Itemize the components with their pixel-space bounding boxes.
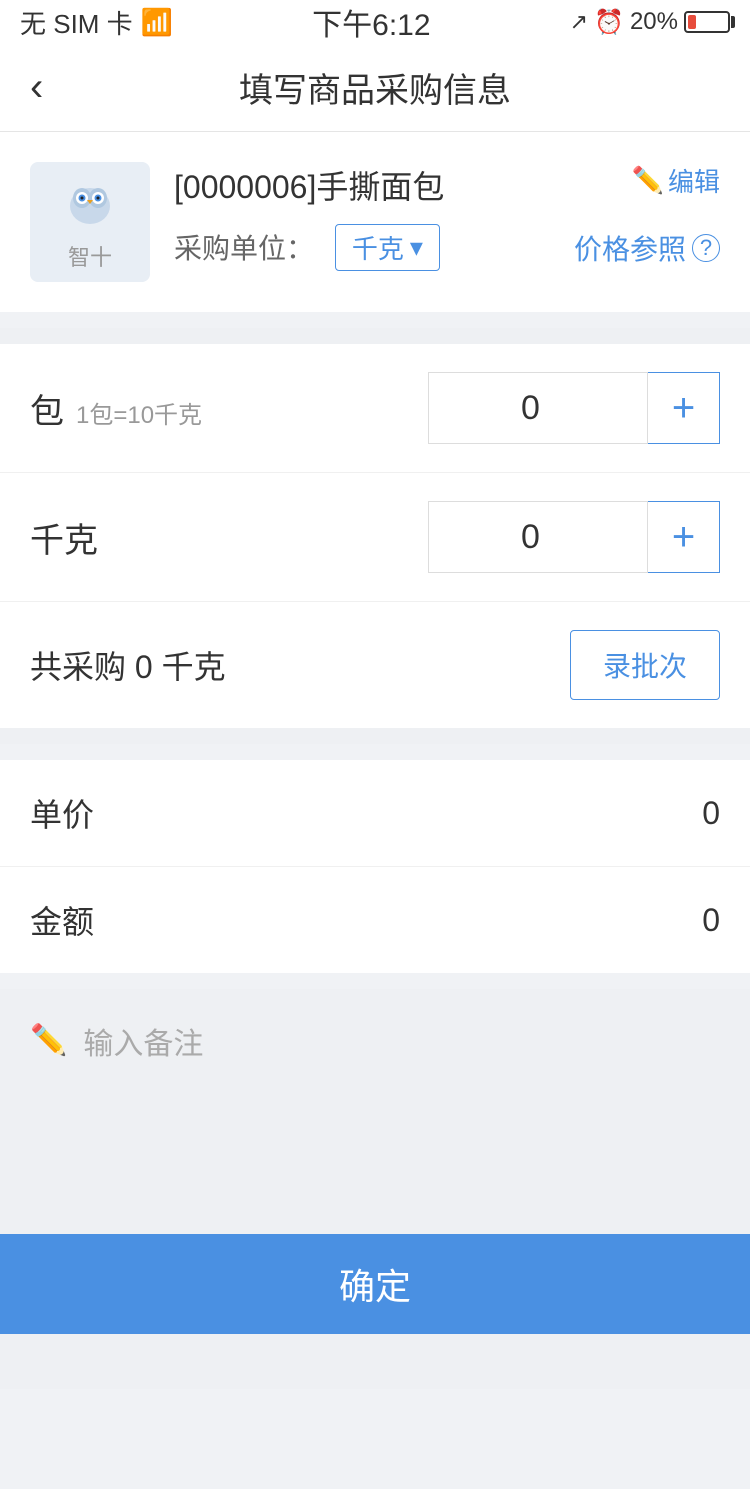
qty-unit-kg: 千克 xyxy=(30,513,98,562)
battery-percent: 20% xyxy=(630,8,678,36)
unit-price-row: 单价 0 xyxy=(0,760,750,867)
product-id: [0000006] xyxy=(174,169,316,205)
edit-icon: ✏️ xyxy=(632,165,664,196)
nav-bar: ‹ 填写商品采购信息 xyxy=(0,44,750,132)
notes-placeholder: 输入备注 xyxy=(83,1019,203,1063)
status-right: ↗ ⏰ 20% xyxy=(570,8,730,37)
product-info: [0000006]手撕面包 ✏️ 编辑 采购单位： 千克 ▾ 价格参照 ? xyxy=(174,162,720,271)
price-ref-label: 价格参照 xyxy=(574,228,686,268)
product-header: [0000006]手撕面包 ✏️ 编辑 xyxy=(174,162,720,208)
qty-input-kg[interactable] xyxy=(428,501,648,573)
no-sim-label: 无 SIM 卡 xyxy=(20,4,133,41)
logo-text: 智十 xyxy=(68,240,112,272)
qty-label-bao: 包 1包=10千克 xyxy=(30,384,428,433)
qty-plus-bao[interactable]: + xyxy=(648,372,720,444)
amount-label: 金额 xyxy=(30,897,94,943)
product-image: 智十 xyxy=(30,162,150,282)
unit-label: 采购单位： xyxy=(174,233,314,264)
info-section: 单价 0 金额 0 xyxy=(0,760,750,973)
product-unit-row: 采购单位： 千克 ▾ 价格参照 ? xyxy=(174,224,720,271)
battery-icon xyxy=(684,11,730,33)
product-title: 手撕面包 xyxy=(316,169,444,205)
section-divider-2 xyxy=(0,728,750,744)
price-reference-button[interactable]: 价格参照 ? xyxy=(574,228,720,268)
help-icon: ? xyxy=(692,234,720,262)
status-left: 无 SIM 卡 📶 xyxy=(20,4,173,41)
alarm-icon: ⏰ xyxy=(594,8,624,37)
product-logo: 智十 xyxy=(60,172,120,272)
chevron-down-icon: ▾ xyxy=(410,232,423,263)
pencil-icon: ✏️ xyxy=(30,1023,67,1058)
status-bar: 无 SIM 卡 📶 下午6:12 ↗ ⏰ 20% xyxy=(0,0,750,44)
record-batch-button[interactable]: 录批次 xyxy=(570,630,720,700)
location-icon: ↗ xyxy=(570,9,588,35)
edit-label: 编辑 xyxy=(668,162,720,199)
unit-price-value: 0 xyxy=(702,795,720,832)
qty-unit-bao: 包 xyxy=(30,384,64,433)
unit-value: 千克 xyxy=(352,229,404,266)
edit-button[interactable]: ✏️ 编辑 xyxy=(632,162,720,199)
total-row: 共采购 0 千克 录批次 xyxy=(0,602,750,728)
confirm-button[interactable]: 确定 xyxy=(0,1234,750,1334)
qty-label-kg: 千克 xyxy=(30,513,428,562)
unit-select[interactable]: 千克 ▾ xyxy=(335,224,440,271)
qty-plus-kg[interactable]: + xyxy=(648,501,720,573)
page-title: 填写商品采购信息 xyxy=(239,63,511,112)
product-card: 智十 [0000006]手撕面包 ✏️ 编辑 采购单位： 千克 ▾ 价格参照 xyxy=(0,132,750,312)
qty-sublabel-bao: 1包=10千克 xyxy=(76,395,202,430)
section-divider-1 xyxy=(0,328,750,344)
unit-selector-group: 采购单位： 千克 ▾ xyxy=(174,224,440,271)
amount-row: 金额 0 xyxy=(0,867,750,973)
qty-input-wrap-kg: + xyxy=(428,501,720,573)
total-label: 共采购 0 千克 xyxy=(30,642,226,688)
unit-price-label: 单价 xyxy=(30,790,94,836)
battery-fill xyxy=(688,15,696,29)
quantity-row-bao: 包 1包=10千克 + xyxy=(0,344,750,473)
wifi-icon: 📶 xyxy=(141,7,173,38)
qty-input-wrap-bao: + xyxy=(428,372,720,444)
qty-input-bao[interactable] xyxy=(428,372,648,444)
amount-value: 0 xyxy=(702,902,720,939)
status-time: 下午6:12 xyxy=(312,0,430,44)
quantity-row-kg: 千克 + xyxy=(0,473,750,602)
product-name: [0000006]手撕面包 xyxy=(174,162,444,208)
back-button[interactable]: ‹ xyxy=(30,65,43,110)
quantity-section: 包 1包=10千克 + 千克 + xyxy=(0,344,750,602)
